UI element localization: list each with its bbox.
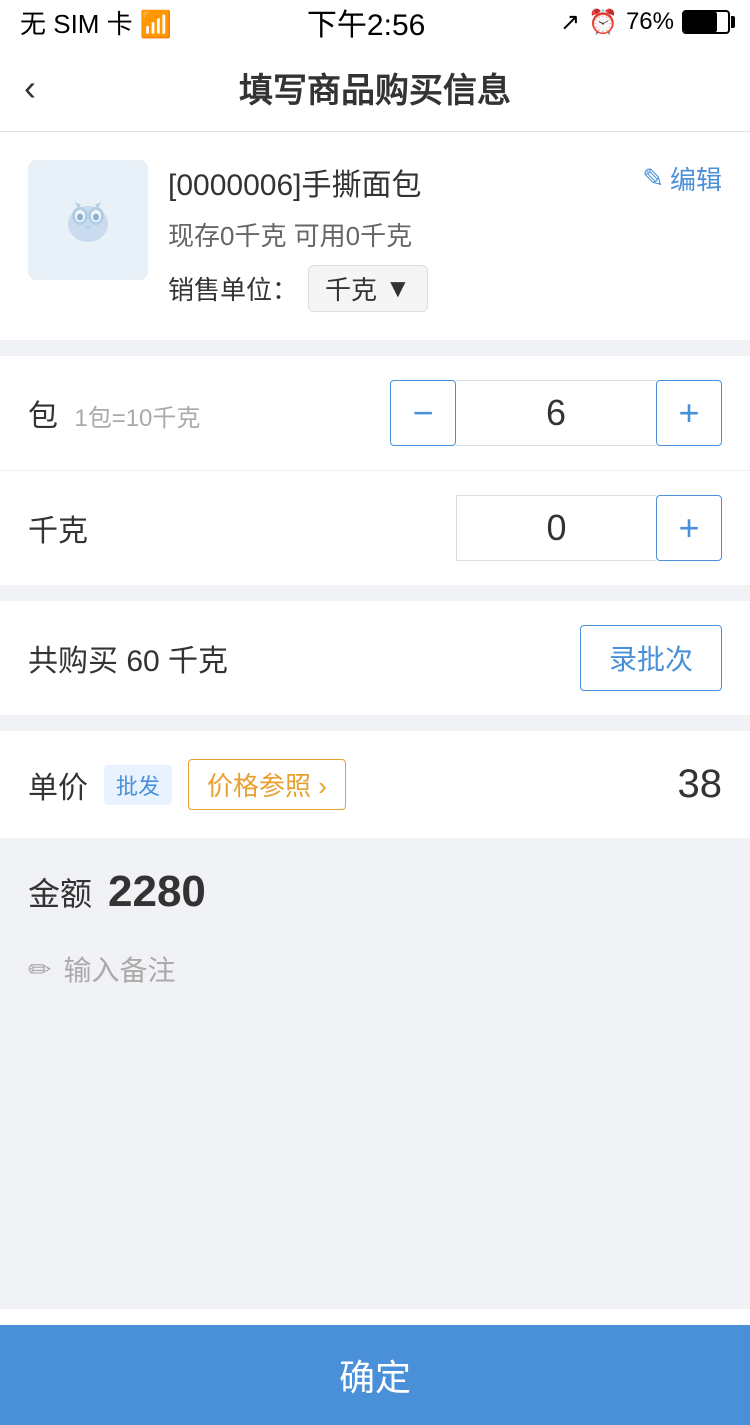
summary-text: 共购买 60 千克 bbox=[28, 636, 228, 680]
price-reference-button[interactable]: 价格参照 › bbox=[188, 759, 346, 810]
note-row[interactable]: ✏ 输入备注 bbox=[28, 941, 722, 997]
kg-plus-button[interactable]: + bbox=[656, 495, 722, 561]
empty-space bbox=[0, 1009, 750, 1309]
nav-bar: ‹ 填写商品购买信息 bbox=[0, 44, 750, 132]
confirm-button-wrap: 确定 bbox=[0, 1309, 750, 1425]
pack-label: 包 1包=10千克 bbox=[28, 391, 208, 435]
amount-label: 金额 bbox=[28, 869, 92, 915]
alarm-icon: ⏰ bbox=[588, 8, 618, 37]
price-value: 38 bbox=[678, 762, 723, 807]
edit-icon: ✎ bbox=[642, 163, 664, 194]
pencil-icon: ✏ bbox=[28, 953, 51, 986]
unit-value: 千克 bbox=[325, 270, 377, 307]
quantity-row-pack: 包 1包=10千克 − + bbox=[0, 356, 750, 471]
edit-button[interactable]: ✎ 编辑 bbox=[642, 160, 722, 197]
note-placeholder: 输入备注 bbox=[63, 949, 175, 989]
product-image bbox=[28, 160, 148, 280]
pack-minus-button[interactable]: − bbox=[390, 380, 456, 446]
status-right: ↗ ⏰ 76% bbox=[560, 8, 730, 37]
kg-quantity-input[interactable] bbox=[456, 495, 656, 561]
status-bar: 无 SIM 卡 📶 下午2:56 ↗ ⏰ 76% bbox=[0, 0, 750, 44]
page-title: 填写商品购买信息 bbox=[239, 63, 511, 112]
unit-label: 销售单位： bbox=[168, 270, 298, 307]
unit-chevron-icon: ▼ bbox=[385, 273, 411, 304]
quantity-row-kg: 千克 + bbox=[0, 471, 750, 585]
product-name: [0000006]手撕面包 bbox=[168, 160, 722, 204]
quantity-section: 包 1包=10千克 − + 千克 + bbox=[0, 356, 750, 585]
pack-quantity-input[interactable] bbox=[456, 380, 656, 446]
pack-plus-button[interactable]: + bbox=[656, 380, 722, 446]
confirm-button[interactable]: 确定 bbox=[0, 1325, 750, 1425]
edit-label: 编辑 bbox=[670, 160, 722, 197]
product-stock: 现存0千克 可用0千克 bbox=[168, 216, 722, 253]
product-logo-icon bbox=[58, 190, 118, 250]
price-label: 单价 bbox=[28, 763, 88, 807]
kg-controls: + bbox=[208, 495, 722, 561]
pack-controls: − + bbox=[208, 380, 722, 446]
amount-value: 2280 bbox=[108, 867, 206, 917]
price-ref-label: 价格参照 › bbox=[207, 766, 327, 803]
kg-label: 千克 bbox=[28, 506, 208, 550]
amount-row: 金额 2280 bbox=[28, 867, 722, 917]
back-button[interactable]: ‹ bbox=[24, 67, 36, 109]
status-time: 下午2:56 bbox=[307, 0, 425, 44]
content-area: [0000006]手撕面包 现存0千克 可用0千克 销售单位： 千克 ▼ ✎ 编… bbox=[0, 132, 750, 1309]
pack-label-text: 包 bbox=[28, 400, 58, 433]
battery-percent: 76% bbox=[626, 8, 674, 36]
price-section: 单价 批发 价格参照 › 38 bbox=[0, 731, 750, 839]
batch-button[interactable]: 录批次 bbox=[580, 625, 722, 691]
summary-row: 共购买 60 千克 录批次 bbox=[0, 601, 750, 715]
price-type-tag: 批发 bbox=[104, 765, 172, 805]
unit-selector[interactable]: 千克 ▼ bbox=[308, 265, 428, 312]
product-info: [0000006]手撕面包 现存0千克 可用0千克 销售单位： 千克 ▼ bbox=[168, 160, 722, 312]
location-icon: ↗ bbox=[560, 8, 580, 37]
pack-hint: 1包=10千克 bbox=[74, 405, 200, 432]
product-card: [0000006]手撕面包 现存0千克 可用0千克 销售单位： 千克 ▼ ✎ 编… bbox=[0, 132, 750, 340]
amount-section: 金额 2280 ✏ 输入备注 bbox=[0, 839, 750, 1009]
product-unit-row: 销售单位： 千克 ▼ bbox=[168, 265, 722, 312]
battery-icon bbox=[682, 10, 730, 34]
price-row: 单价 批发 价格参照 › 38 bbox=[0, 731, 750, 839]
status-sim: 无 SIM 卡 📶 bbox=[20, 4, 172, 41]
